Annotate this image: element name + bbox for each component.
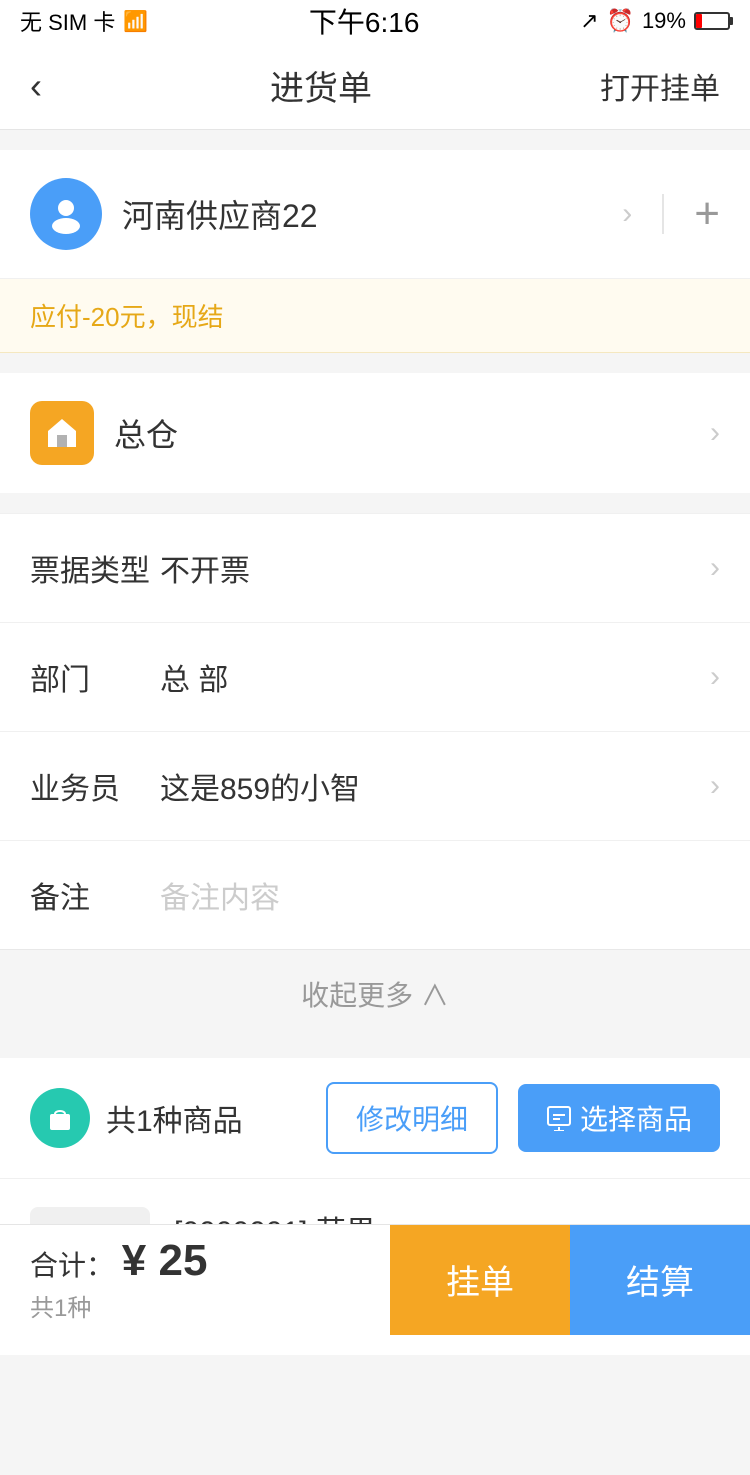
checkout-button[interactable]: 结算 [570,1225,750,1335]
total-section: 合计： ¥ 25 共1种 [0,1236,390,1323]
alarm-icon: ⏰ [607,8,634,34]
warehouse-row[interactable]: 总仓 › [0,373,750,493]
select-product-button[interactable]: 选择商品 [518,1084,720,1152]
battery-fill [696,14,702,28]
status-bar: 无 SIM 卡 📶 下午6:16 ↗ ⏰ 19% [0,0,750,42]
status-time: 下午6:16 [309,1,420,41]
gap-1 [0,130,750,150]
add-supplier-button[interactable]: + [694,189,720,239]
invoice-type-arrow: › [710,551,720,585]
warehouse-name: 总仓 [114,410,710,456]
product-count: 共1种商品 [106,1096,326,1140]
total-label: 合计： [30,1250,114,1281]
battery-percent: 19% [642,8,686,34]
bottom-spacer [0,1355,750,1475]
select-product-label: 选择商品 [580,1098,692,1138]
remark-label: 备注 [30,873,160,917]
supplier-arrow-icon: › [622,197,632,231]
supplier-avatar [30,178,102,250]
supplier-row[interactable]: 河南供应商22 › + [0,150,750,279]
supplier-section: 河南供应商22 › + 应付-20元，现结 [0,150,750,353]
person-icon [46,194,86,234]
wifi-icon: 📶 [123,9,148,34]
supplier-name: 河南供应商22 [122,191,622,237]
warehouse-arrow-icon: › [710,416,720,450]
status-right: ↗ ⏰ 19% [580,8,730,34]
salesman-arrow: › [710,769,720,803]
collapse-button[interactable]: 收起更多 ∧ [0,949,750,1038]
warning-banner: 应付-20元，现结 [0,279,750,353]
warning-text: 应付-20元，现结 [30,302,224,332]
salesman-label: 业务员 [30,764,160,808]
shopping-bag-icon [44,1102,76,1134]
battery-icon [694,12,730,30]
product-header: 共1种商品 修改明细 选择商品 [0,1058,750,1178]
invoice-type-row[interactable]: 票据类型 不开票 › [0,513,750,622]
department-arrow: › [710,660,720,694]
select-product-icon [546,1105,572,1131]
hang-button[interactable]: 挂单 [390,1225,570,1335]
department-value: 总 部 [160,655,710,699]
edit-detail-button[interactable]: 修改明细 [326,1082,498,1154]
bottom-bar: 合计： ¥ 25 共1种 挂单 结算 [0,1224,750,1334]
supplier-divider [662,194,664,234]
remark-row[interactable]: 备注 备注内容 [0,840,750,949]
warehouse-icon [30,401,94,465]
form-section: 票据类型 不开票 › 部门 总 部 › 业务员 这是859的小智 › 备注 备注… [0,513,750,1038]
invoice-type-label: 票据类型 [30,546,160,590]
gap-3 [0,493,750,513]
department-label: 部门 [30,655,160,699]
open-hang-button[interactable]: 打开挂单 [600,64,720,108]
gap-2 [0,353,750,373]
invoice-type-value: 不开票 [160,546,710,590]
carrier-text: 无 SIM 卡 [20,5,115,37]
total-count: 共1种 [30,1288,360,1323]
warehouse-section: 总仓 › [0,373,750,493]
product-icon-circle [30,1088,90,1148]
total-amount: ¥ 25 [122,1236,208,1285]
salesman-row[interactable]: 业务员 这是859的小智 › [0,731,750,840]
house-icon [44,415,80,451]
back-button[interactable]: ‹ [30,65,42,107]
location-icon: ↗ [580,8,598,34]
page-title: 进货单 [270,61,372,110]
department-row[interactable]: 部门 总 部 › [0,622,750,731]
gap-4 [0,1038,750,1058]
salesman-value: 这是859的小智 [160,764,710,808]
nav-bar: ‹ 进货单 打开挂单 [0,42,750,130]
remark-input[interactable]: 备注内容 [160,873,720,917]
status-left: 无 SIM 卡 📶 [20,5,148,37]
